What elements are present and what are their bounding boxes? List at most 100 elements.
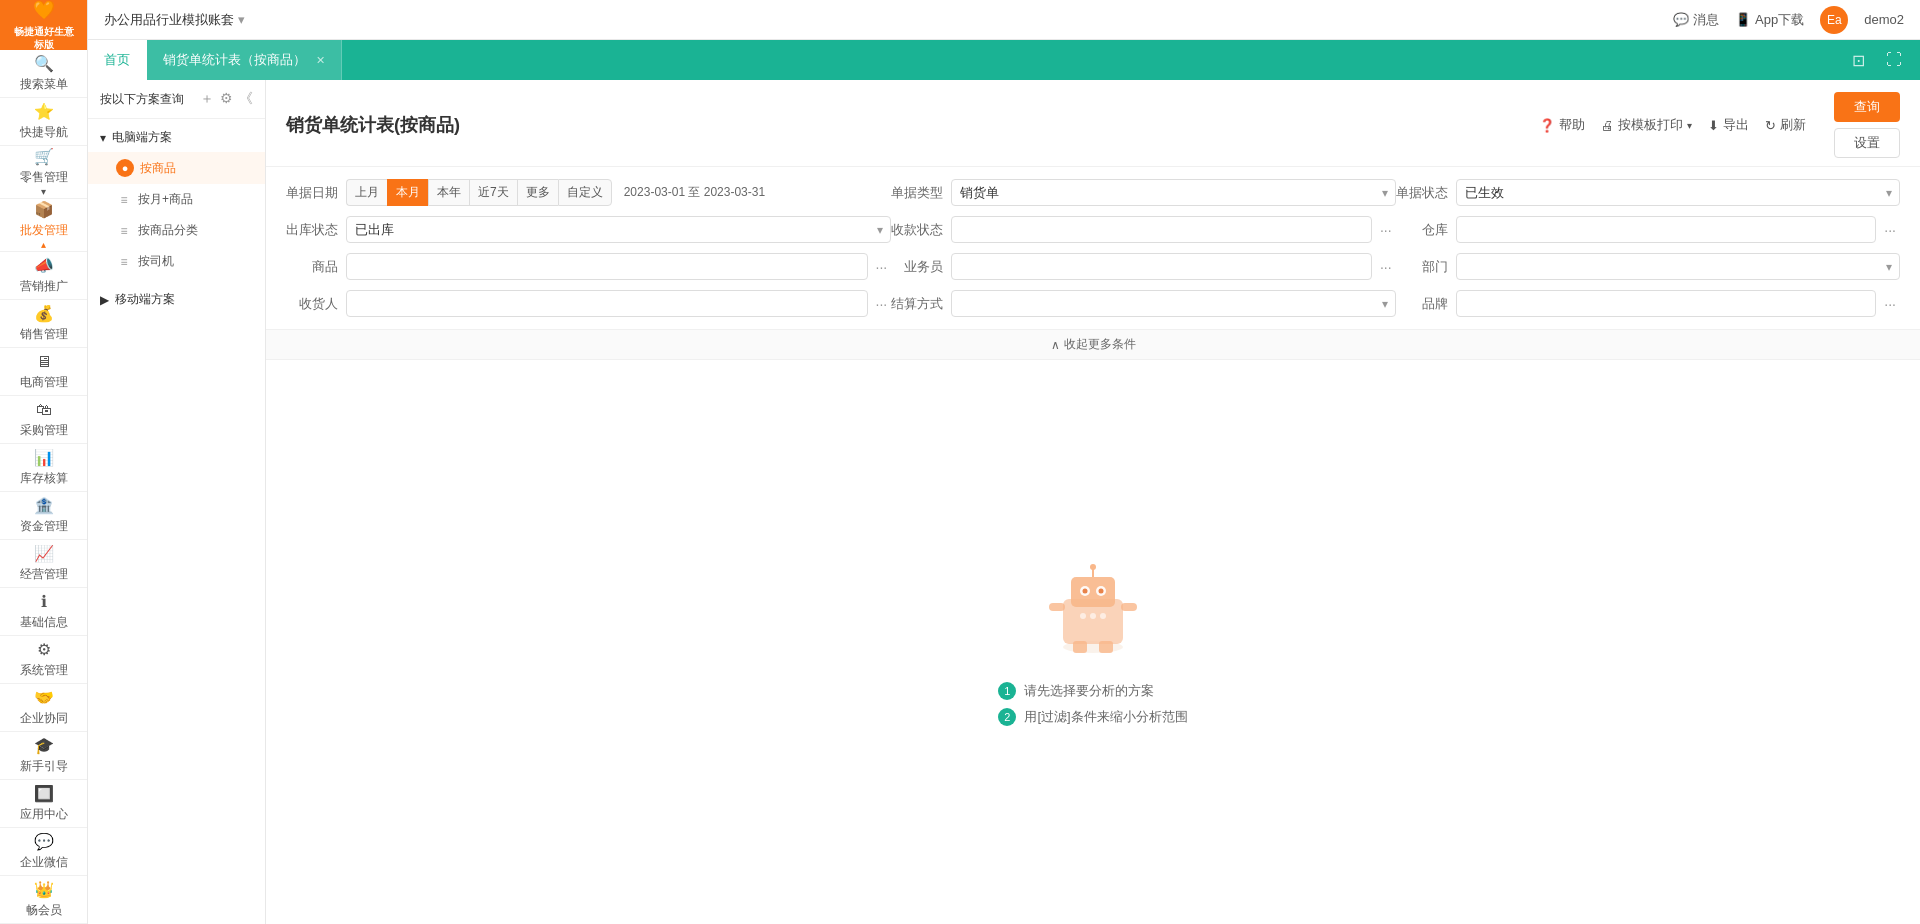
salesman-label: 业务员	[891, 258, 951, 276]
doctype-select[interactable]: 销货单	[951, 179, 1395, 206]
date-tab-7days[interactable]: 近7天	[469, 179, 517, 206]
payment-select[interactable]	[951, 290, 1395, 317]
dept-select-wrapper	[1456, 253, 1900, 280]
app-download-label: App下载	[1755, 11, 1804, 29]
sidebar-purchase-label: 采购管理	[20, 422, 68, 439]
sidebar-item-quicknav[interactable]: ⭐ 快捷导航	[0, 98, 87, 146]
warehouse-control: ···	[1456, 216, 1900, 243]
goods-dots-button[interactable]: ···	[872, 259, 892, 275]
date-tab-more[interactable]: 更多	[517, 179, 558, 206]
scheme-add-button[interactable]: ＋	[200, 90, 214, 108]
export-link[interactable]: ⬇ 导出	[1708, 116, 1749, 134]
salesman-input[interactable]	[951, 253, 1372, 280]
date-tab-this-year[interactable]: 本年	[428, 179, 469, 206]
app-logo[interactable]: 🧡 畅捷通好生意 标版	[0, 0, 87, 50]
app-download-link[interactable]: 📱 App下载	[1735, 11, 1804, 29]
sidebar-item-marketing[interactable]: 📣 营销推广	[0, 252, 87, 300]
warehouse-dots-button[interactable]: ···	[1880, 222, 1900, 238]
main-area: 办公用品行业模拟账套 ▾ 💬 消息 📱 App下载 Ea demo2 首页 销货…	[88, 0, 1920, 924]
minimize-button[interactable]: ⊡	[1844, 46, 1872, 74]
sidebar-item-sales[interactable]: 💰 销售管理	[0, 300, 87, 348]
date-label: 单据日期	[286, 184, 346, 202]
logo-line1: 畅捷通好生意	[14, 25, 74, 38]
receiver-dots-button[interactable]: ···	[872, 296, 892, 312]
scheme-item-by-goods[interactable]: ● 按商品	[88, 152, 265, 184]
query-button[interactable]: 查询	[1834, 92, 1900, 122]
collectstatus-input[interactable]	[951, 216, 1372, 243]
sidebar-item-operations[interactable]: 📈 经营管理	[0, 540, 87, 588]
maximize-button[interactable]: ⛶	[1880, 46, 1908, 74]
warehouse-input[interactable]	[1456, 216, 1877, 243]
filter-group-brand: 品牌 ···	[1396, 290, 1900, 317]
collectstatus-label: 收款状态	[891, 221, 951, 239]
collectstatus-dots-button[interactable]: ···	[1376, 222, 1396, 238]
sidebar-item-ecommerce[interactable]: 🖥 电商管理	[0, 348, 87, 396]
scheme-section-mobile-title[interactable]: ▶ 移动端方案	[88, 285, 265, 314]
sidebar-item-member[interactable]: 👑 畅会员	[0, 876, 87, 924]
docstatus-select[interactable]: 已生效	[1456, 179, 1900, 206]
user-avatar[interactable]: Ea	[1820, 6, 1848, 34]
empty-state: 1 请先选择要分析的方案 2 用[过滤]条件来缩小分析范围	[266, 360, 1920, 924]
sidebar-inventory-label: 库存核算	[20, 470, 68, 487]
goods-input[interactable]	[346, 253, 868, 280]
svg-rect-10	[1121, 603, 1137, 611]
sidebar-wholesale-label: 批发管理	[20, 222, 68, 239]
export-icon: ⬇	[1708, 118, 1719, 133]
right-action-buttons: 查询 设置	[1822, 92, 1900, 158]
sidebar-item-inventory[interactable]: 📊 库存核算	[0, 444, 87, 492]
print-link[interactable]: 🖨 按模板打印 ▾	[1601, 116, 1692, 134]
download-icon: 📱	[1735, 12, 1751, 27]
sidebar-item-enterprise[interactable]: 🤝 企业协同	[0, 684, 87, 732]
filter-row-4: 收货人 ··· 结算方式	[286, 290, 1900, 317]
messages-link[interactable]: 💬 消息	[1673, 11, 1719, 29]
sidebar-item-retail[interactable]: 🛒 零售管理 ▾	[0, 146, 87, 199]
scheme-category-icon: ≡	[116, 223, 132, 239]
scheme-item-by-driver[interactable]: ≡ 按司机	[88, 246, 265, 277]
goods-control: ···	[346, 253, 891, 280]
sidebar-retail-label: 零售管理	[20, 169, 68, 186]
settings-button[interactable]: 设置	[1834, 128, 1900, 158]
empty-tips: 1 请先选择要分析的方案 2 用[过滤]条件来缩小分析范围	[998, 682, 1187, 726]
sidebar-finance-label: 资金管理	[20, 518, 68, 535]
help-link[interactable]: ❓ 帮助	[1539, 116, 1585, 134]
scheme-item-by-category[interactable]: ≡ 按商品分类	[88, 215, 265, 246]
scheme-section-pc-title[interactable]: ▾ 电脑端方案	[88, 123, 265, 152]
sidebar-item-wechat[interactable]: 💬 企业微信	[0, 828, 87, 876]
tab-home[interactable]: 首页	[88, 40, 147, 80]
sidebar-item-newbie[interactable]: 🎓 新手引导	[0, 732, 87, 780]
scheme-item-by-month-goods[interactable]: ≡ 按月+商品	[88, 184, 265, 215]
scheme-section-mobile: ▶ 移动端方案	[88, 281, 265, 318]
refresh-link[interactable]: ↻ 刷新	[1765, 116, 1806, 134]
filter-row-1: 单据日期 上月 本月 本年 近7天 更多 自定义 2023-03-01 至 20…	[286, 179, 1900, 206]
receiver-input[interactable]	[346, 290, 868, 317]
scheme-settings-button[interactable]: ⚙	[220, 90, 233, 108]
date-tab-this-month[interactable]: 本月	[387, 179, 428, 206]
goods-label: 商品	[286, 258, 346, 276]
empty-tip-1: 1 请先选择要分析的方案	[998, 682, 1187, 700]
brand-input[interactable]	[1456, 290, 1877, 317]
operations-icon: 📈	[34, 544, 54, 563]
dept-select[interactable]	[1456, 253, 1900, 280]
sidebar-item-system[interactable]: ⚙ 系统管理	[0, 636, 87, 684]
date-tab-custom[interactable]: 自定义	[558, 179, 612, 206]
brand-dots-button[interactable]: ···	[1880, 296, 1900, 312]
outstatus-select[interactable]: 已出库	[346, 216, 891, 243]
enterprise-icon: 🤝	[34, 688, 54, 707]
collapse-bar[interactable]: ∧ 收起更多条件	[266, 330, 1920, 360]
industry-selector[interactable]: 办公用品行业模拟账套 ▾	[104, 11, 245, 29]
tab-current[interactable]: 销货单统计表（按商品） ✕	[147, 40, 342, 80]
sidebar-item-wholesale[interactable]: 📦 批发管理 ▴	[0, 199, 87, 252]
username-label[interactable]: demo2	[1864, 12, 1904, 27]
sidebar-item-finance[interactable]: 🏦 资金管理	[0, 492, 87, 540]
sidebar-item-purchase[interactable]: 🛍 采购管理	[0, 396, 87, 444]
scheme-collapse-button[interactable]: 《	[239, 90, 253, 108]
sidebar-item-appcenter[interactable]: 🔲 应用中心	[0, 780, 87, 828]
filter-group-dept: 部门	[1396, 253, 1900, 280]
tab-close-button[interactable]: ✕	[316, 54, 325, 67]
salesman-dots-button[interactable]: ···	[1376, 259, 1396, 275]
date-tab-last-month[interactable]: 上月	[346, 179, 387, 206]
sidebar-item-basic[interactable]: ℹ 基础信息	[0, 588, 87, 636]
sidebar-item-search[interactable]: 🔍 搜索菜单	[0, 50, 87, 98]
receiver-label: 收货人	[286, 295, 346, 313]
tip-text-1: 请先选择要分析的方案	[1024, 682, 1154, 700]
